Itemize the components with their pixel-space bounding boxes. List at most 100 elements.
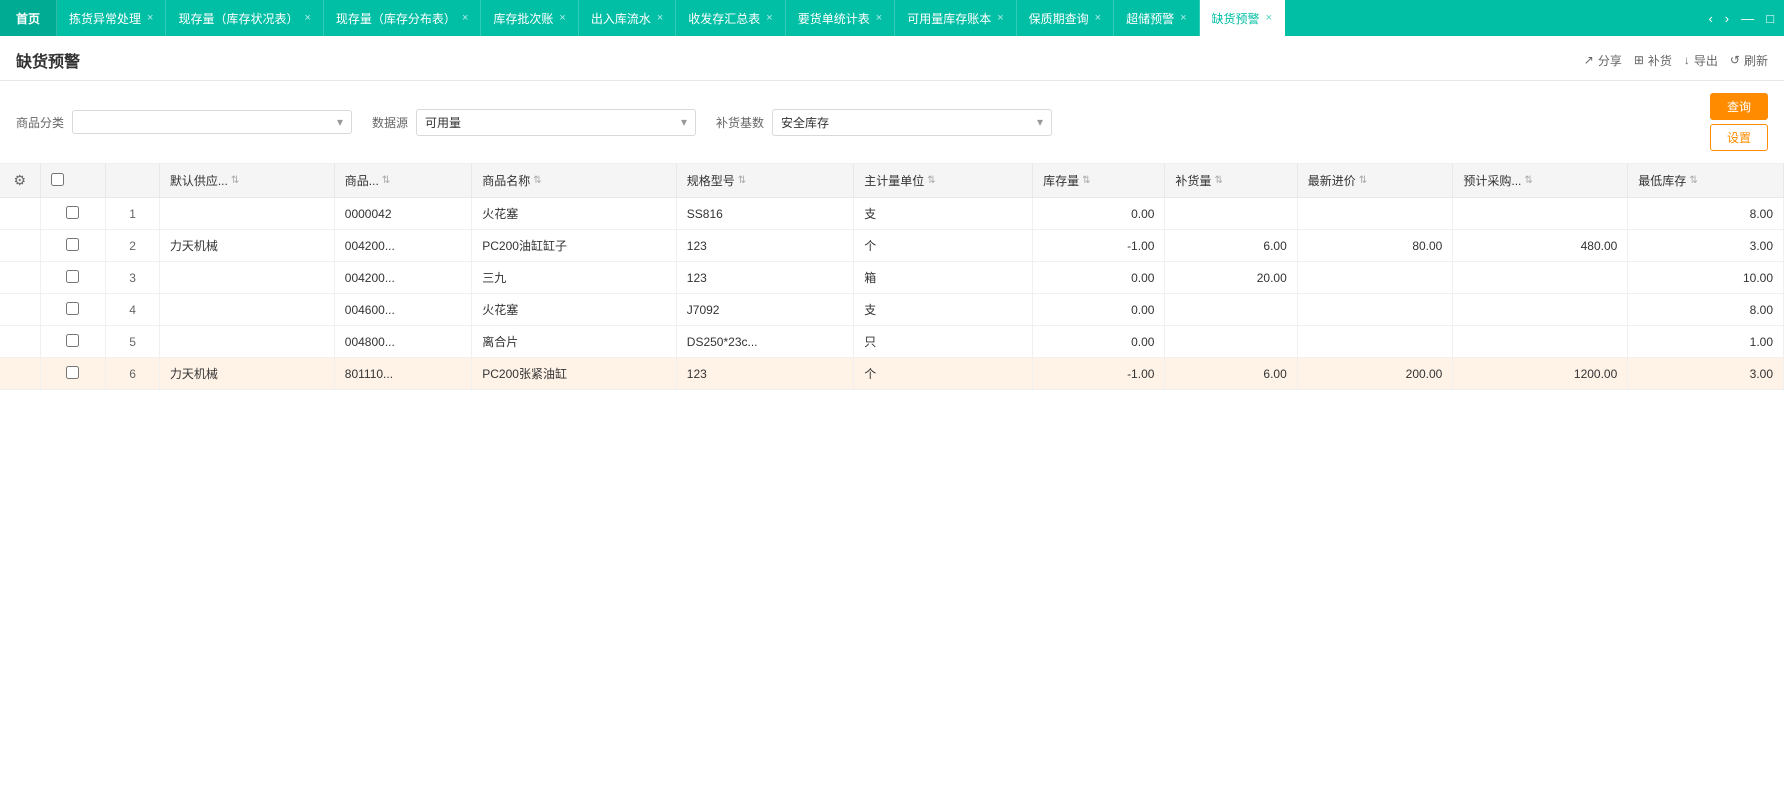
row-unit: 支 [854,294,1033,326]
row-checkbox[interactable] [66,302,79,315]
row-replenish: 6.00 [1165,230,1297,262]
row-min-stock: 8.00 [1628,198,1784,230]
th-gear[interactable]: ⚙ [0,164,40,198]
row-checkbox-cell[interactable] [40,294,106,326]
tab-6[interactable]: 收发存汇总表 × [676,0,785,36]
row-spec: J7092 [676,294,853,326]
filter-bar: 商品分类 ▾ 数据源 可用量 ▾ 补货基数 安全库存 ▾ 查询 设置 [0,81,1784,164]
datasource-label: 数据源 [372,114,408,131]
tab-1[interactable]: 拣货异常处理 × [57,0,166,36]
row-product-code: 004600... [334,294,471,326]
row-product-name: PC200张紧油缸 [472,358,677,390]
export-icon: ↓ [1684,53,1690,67]
close-icon[interactable]: × [1095,12,1101,24]
close-icon[interactable]: × [1266,12,1272,24]
datasource-select[interactable]: 可用量 ▾ [416,109,696,136]
share-button[interactable]: ↗ 分享 [1584,52,1622,69]
row-checkbox[interactable] [66,238,79,251]
close-icon[interactable]: × [304,12,310,24]
row-checkbox-cell[interactable] [40,198,106,230]
row-checkbox-cell[interactable] [40,358,106,390]
th-latest-price[interactable]: 最新进价 ⇅ [1297,164,1453,198]
data-table: ⚙ 默认供应... ⇅ 商品... [0,164,1784,390]
tab-8[interactable]: 可用量库存账本 × [895,0,1016,36]
chevron-down-icon: ▾ [681,115,687,129]
close-icon[interactable]: × [1180,12,1186,24]
row-checkbox[interactable] [66,270,79,283]
th-replenish[interactable]: 补货量 ⇅ [1165,164,1297,198]
sort-icon: ⇅ [1689,175,1697,186]
row-replenish [1165,326,1297,358]
category-label: 商品分类 [16,114,64,131]
row-min-stock: 3.00 [1628,230,1784,262]
row-min-stock: 1.00 [1628,326,1784,358]
th-default-supplier[interactable]: 默认供应... ⇅ [159,164,334,198]
row-stock: 0.00 [1033,326,1165,358]
tab-4[interactable]: 库存批次账 × [481,0,578,36]
th-index [106,164,160,198]
row-checkbox[interactable] [66,334,79,347]
gear-icon[interactable]: ⚙ [13,172,26,188]
tab-2[interactable]: 现存量（库存状况表） × [166,0,323,36]
th-min-stock[interactable]: 最低库存 ⇅ [1628,164,1784,198]
th-unit[interactable]: 主计量单位 ⇅ [854,164,1033,198]
row-checkbox[interactable] [66,366,79,379]
close-icon[interactable]: × [766,12,772,24]
row-min-stock: 3.00 [1628,358,1784,390]
page-header: 缺货预警 ↗ 分享 ⊞ 补货 ↓ 导出 ↺ 刷新 [0,36,1784,81]
filter-actions: 查询 设置 [1710,93,1768,151]
export-button[interactable]: ↓ 导出 [1684,52,1718,69]
tab-10[interactable]: 超储预警 × [1114,0,1199,36]
th-product-name[interactable]: 商品名称 ⇅ [472,164,677,198]
nav-prev-button[interactable]: ‹ [1702,7,1718,30]
tab-11-active[interactable]: 缺货预警 × [1200,0,1285,36]
replenish-base-select[interactable]: 安全库存 ▾ [772,109,1052,136]
row-index: 1 [106,198,160,230]
sort-icon: ⇅ [231,175,239,186]
th-est-purchase[interactable]: 预计采购... ⇅ [1453,164,1628,198]
select-all-checkbox[interactable] [51,173,64,186]
row-supplier: 力天机械 [159,230,334,262]
row-gear-cell [0,326,40,358]
maximize-button[interactable]: □ [1760,7,1780,30]
table-row: 1 0000042 火花塞 SS816 支 0.00 8.00 [0,198,1784,230]
category-filter: 商品分类 ▾ [16,110,352,134]
close-icon[interactable]: × [147,12,153,24]
row-checkbox[interactable] [66,206,79,219]
sort-icon: ⇅ [1082,175,1090,186]
close-icon[interactable]: × [462,12,468,24]
tab-home[interactable]: 首页 [0,0,57,36]
tab-7[interactable]: 要货单统计表 × [786,0,895,36]
replenish-button[interactable]: ⊞ 补货 [1634,52,1672,69]
row-checkbox-cell[interactable] [40,262,106,294]
close-icon[interactable]: × [559,12,565,24]
category-select[interactable]: ▾ [72,110,352,134]
main-content: 缺货预警 ↗ 分享 ⊞ 补货 ↓ 导出 ↺ 刷新 商品分类 [0,36,1784,796]
query-button[interactable]: 查询 [1710,93,1768,120]
row-unit: 个 [854,230,1033,262]
header-actions: ↗ 分享 ⊞ 补货 ↓ 导出 ↺ 刷新 [1584,52,1768,69]
close-icon[interactable]: × [997,12,1003,24]
settings-button[interactable]: 设置 [1710,124,1768,151]
th-stock[interactable]: 库存量 ⇅ [1033,164,1165,198]
th-product-code[interactable]: 商品... ⇅ [334,164,471,198]
row-est-purchase [1453,294,1628,326]
minimize-button[interactable]: — [1735,7,1760,30]
tab-3[interactable]: 现存量（库存分布表） × [324,0,481,36]
close-icon[interactable]: × [657,12,663,24]
row-product-code: 004200... [334,230,471,262]
row-checkbox-cell[interactable] [40,230,106,262]
close-icon[interactable]: × [876,12,882,24]
nav-next-button[interactable]: › [1719,7,1735,30]
sort-icon: ⇅ [382,175,390,186]
tab-9[interactable]: 保质期查询 × [1017,0,1114,36]
row-stock: -1.00 [1033,230,1165,262]
tab-5[interactable]: 出入库流水 × [579,0,676,36]
row-gear-cell [0,358,40,390]
row-min-stock: 10.00 [1628,262,1784,294]
row-latest-price [1297,198,1453,230]
th-spec[interactable]: 规格型号 ⇅ [676,164,853,198]
row-checkbox-cell[interactable] [40,326,106,358]
refresh-button[interactable]: ↺ 刷新 [1730,52,1768,69]
row-product-name: 离合片 [472,326,677,358]
